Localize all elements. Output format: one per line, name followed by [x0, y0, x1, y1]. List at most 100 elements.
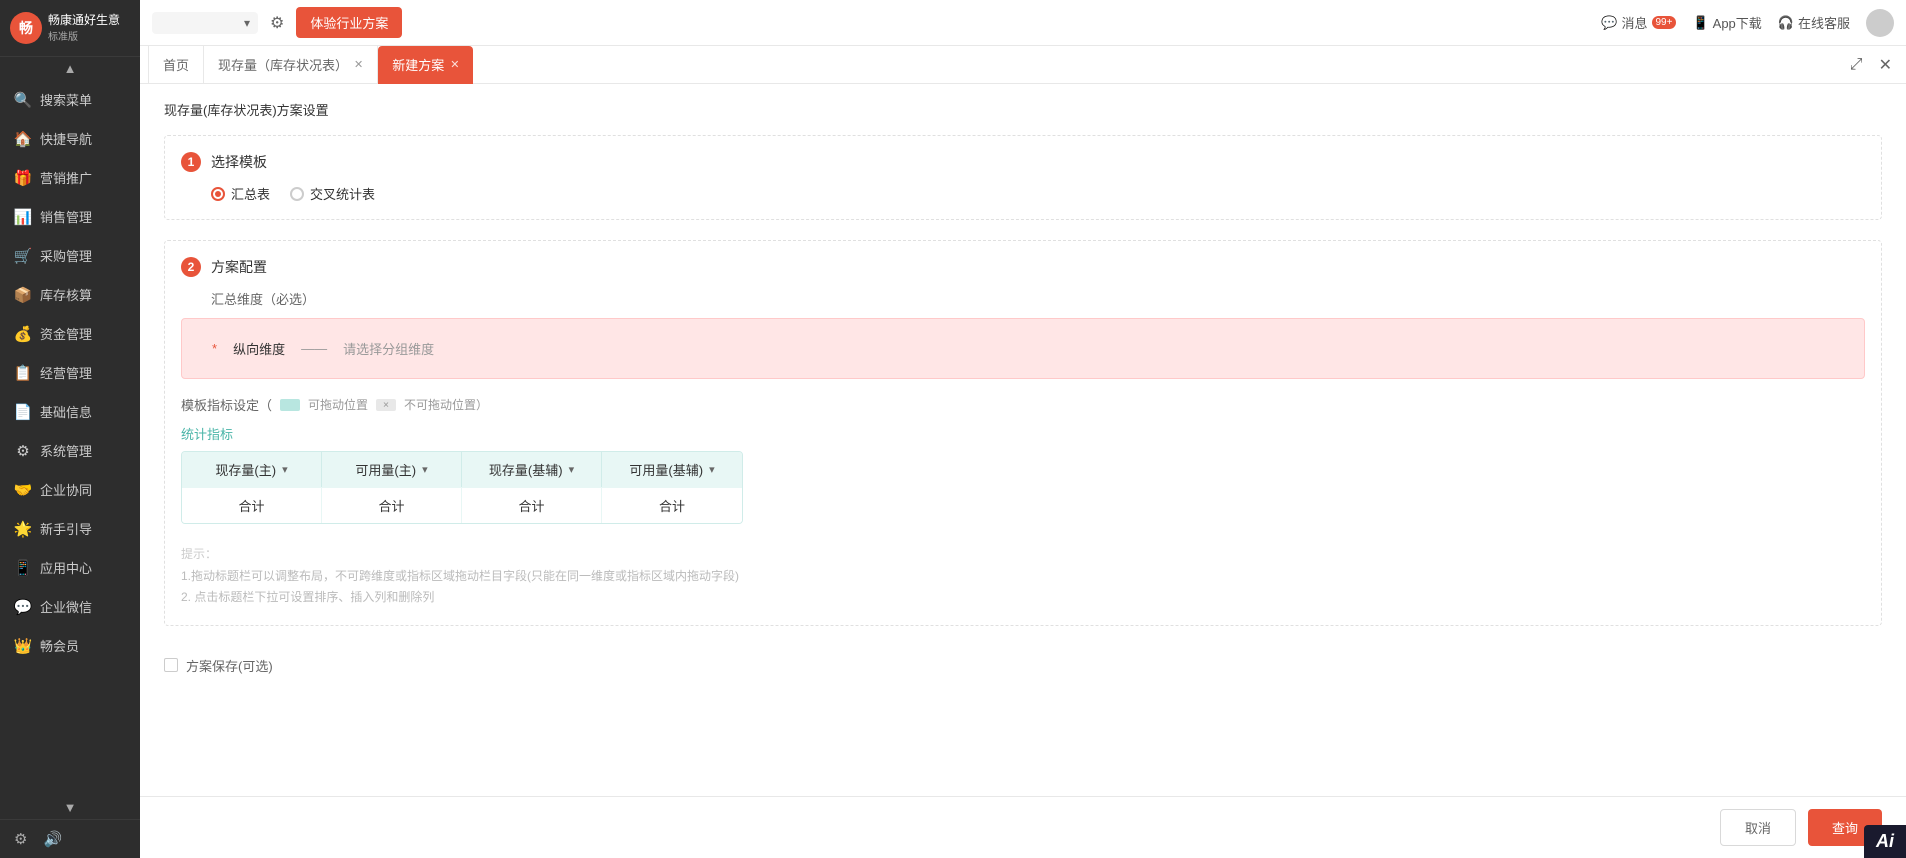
stats-col-3-header: 现存量(基辅) ▾ [462, 452, 602, 487]
sidebar-item-label: 采购管理 [40, 246, 92, 265]
sidebar-item-member[interactable]: 👑 畅会员 [0, 626, 140, 665]
topbar-search-input[interactable] [160, 16, 240, 30]
stats-col-2-dropdown[interactable]: ▾ [422, 463, 428, 476]
sidebar-item-inventory[interactable]: 📦 库存核算 [0, 275, 140, 314]
stats-col-4-header: 可用量(基辅) ▾ [602, 452, 742, 487]
tip-item-1: 1.拖动标题栏可以调整布局，不可跨维度或指标区域拖动栏目字段(只能在同一维度或指… [181, 566, 1865, 588]
stats-col-3-dropdown[interactable]: ▾ [569, 463, 575, 476]
section2-header: 2 方案配置 [181, 257, 1865, 277]
stats-col-1-data: 合计 [182, 488, 322, 523]
dimension-placeholder[interactable]: 请选择分组维度 [343, 339, 434, 358]
message-icon: 💬 [1601, 15, 1617, 31]
sidebar-item-system[interactable]: ⚙ 系统管理 [0, 431, 140, 470]
headset-icon: 🎧 [1778, 15, 1794, 31]
sidebar-item-business[interactable]: 📋 经营管理 [0, 353, 140, 392]
sidebar-scroll-down[interactable]: ▼ [0, 796, 140, 819]
sidebar-sound-icon[interactable]: 🔊 [43, 830, 62, 848]
stats-col-3-label: 现存量(基辅) [489, 460, 563, 479]
message-badge: 99+ [1652, 16, 1677, 29]
topbar-right: 💬 消息 99+ 📱 App下载 🎧 在线客服 [1601, 9, 1894, 37]
tab-new-plan[interactable]: 新建方案 ✕ [378, 46, 473, 84]
sidebar-item-marketing[interactable]: 🎁 营销推广 [0, 158, 140, 197]
radio-summary-btn[interactable] [211, 187, 225, 201]
gear-icon: ⚙ [14, 442, 32, 460]
section-plan-config: 2 方案配置 汇总维度（必选） * 纵向维度 —— 请选择分组维度 模板指标设定… [164, 240, 1882, 626]
stats-col-1-header: 现存量(主) ▾ [182, 452, 322, 487]
radio-cross[interactable]: 交叉统计表 [290, 184, 375, 203]
stats-col-1-dropdown[interactable]: ▾ [282, 463, 288, 476]
stats-col-4-dropdown[interactable]: ▾ [709, 463, 715, 476]
tab-new-plan-close[interactable]: ✕ [450, 58, 459, 71]
sidebar-item-label: 快捷导航 [40, 129, 92, 148]
stats-header-row: 现存量(主) ▾ 可用量(主) ▾ 现存量(基辅) ▾ [182, 452, 742, 487]
draggable-hint-text: 可拖动位置 [308, 396, 368, 413]
chat-icon: 💬 [14, 598, 32, 616]
tab-maximize-button[interactable]: ⤢ [1844, 52, 1869, 78]
sidebar-item-label: 营销推广 [40, 168, 92, 187]
stats-col-1-label: 现存量(主) [215, 460, 276, 479]
sidebar-item-label: 基础信息 [40, 402, 92, 421]
tips-title: 提示： [181, 547, 217, 561]
sidebar-item-quicknav[interactable]: 🏠 快捷导航 [0, 119, 140, 158]
cancel-button[interactable]: 取消 [1720, 809, 1796, 846]
save-option-label: 方案保存(可选) [186, 656, 273, 675]
tip-item-2: 2. 点击标题栏下拉可设置排序、插入列和删除列 [181, 587, 1865, 609]
section1-title: 选择模板 [211, 152, 267, 172]
tab-inventory-close[interactable]: ✕ [354, 58, 363, 71]
sidebar-settings-icon[interactable]: ⚙ [14, 830, 27, 848]
sidebar-item-sales[interactable]: 📊 销售管理 [0, 197, 140, 236]
sidebar-scroll-up[interactable]: ▲ [0, 57, 140, 80]
industry-plan-button[interactable]: 体验行业方案 [296, 7, 402, 38]
sidebar-item-label: 企业协同 [40, 480, 92, 499]
tab-inventory[interactable]: 现存量（库存状况表） ✕ [204, 46, 378, 84]
topbar-settings-button[interactable]: ⚙ [266, 9, 288, 37]
sidebar-item-basic[interactable]: 📄 基础信息 [0, 392, 140, 431]
topbar-dropdown-btn[interactable]: ▾ [244, 16, 250, 30]
stats-data-row: 合计 合计 合计 合计 [182, 487, 742, 523]
radio-summary[interactable]: 汇总表 [211, 184, 270, 203]
dimension-area[interactable]: * 纵向维度 —— 请选择分组维度 [181, 318, 1865, 379]
sidebar-item-label: 经营管理 [40, 363, 92, 382]
app-edition: 标准版 [48, 28, 120, 43]
radio-cross-label: 交叉统计表 [310, 184, 375, 203]
sidebar-search-label: 搜索菜单 [40, 90, 92, 109]
metrics-label-text: 模板指标设定（ [181, 395, 272, 414]
topbar-online-service[interactable]: 🎧 在线客服 [1778, 13, 1850, 32]
sidebar-item-purchase[interactable]: 🛒 采购管理 [0, 236, 140, 275]
section-choose-template: 1 选择模板 汇总表 交叉统计表 [164, 135, 1882, 220]
sidebar-item-label: 库存核算 [40, 285, 92, 304]
sidebar-item-wechat[interactable]: 💬 企业微信 [0, 587, 140, 626]
tab-close-all-button[interactable]: ✕ [1873, 51, 1898, 79]
topbar-search-area[interactable]: ▾ [152, 12, 258, 34]
section2-title: 方案配置 [211, 257, 267, 277]
stats-section: 统计指标 现存量(主) ▾ 可用量(主) ▾ [181, 424, 1865, 524]
sidebar-search[interactable]: 🔍 搜索菜单 [0, 80, 140, 119]
save-option: 方案保存(可选) [164, 646, 1882, 685]
topbar-app-download[interactable]: 📱 App下载 [1692, 13, 1761, 32]
app-name: 畅康通好生意 [48, 13, 120, 29]
online-service-label: 在线客服 [1798, 13, 1850, 32]
sidebar-item-apps[interactable]: 📱 应用中心 [0, 548, 140, 587]
sidebar-item-label: 资金管理 [40, 324, 92, 343]
sidebar-item-label: 应用中心 [40, 558, 92, 577]
stats-label: 统计指标 [181, 424, 1865, 443]
topbar-user[interactable] [1866, 9, 1894, 37]
sidebar-item-label: 销售管理 [40, 207, 92, 226]
cart-icon: 🛒 [14, 247, 32, 265]
save-checkbox[interactable] [164, 658, 178, 672]
vertical-dimension-label: 纵向维度 [233, 339, 285, 358]
sidebar-item-finance[interactable]: 💰 资金管理 [0, 314, 140, 353]
sidebar-item-enterprise[interactable]: 🤝 企业协同 [0, 470, 140, 509]
template-options: 汇总表 交叉统计表 [181, 184, 1865, 203]
app-icon: 📱 [1692, 15, 1708, 31]
radio-cross-btn[interactable] [290, 187, 304, 201]
tab-home[interactable]: 首页 [148, 46, 204, 84]
no-drag-hint-text: 不可拖动位置） [404, 396, 488, 413]
no-drag-indicator [376, 399, 396, 411]
tabs-bar: 首页 现存量（库存状况表） ✕ 新建方案 ✕ ⤢ ✕ [140, 46, 1906, 84]
stats-table: 现存量(主) ▾ 可用量(主) ▾ 现存量(基辅) ▾ [181, 451, 743, 524]
sidebar-item-newbie[interactable]: 🌟 新手引导 [0, 509, 140, 548]
ai-badge: Ai [1864, 825, 1906, 858]
topbar-message[interactable]: 💬 消息 99+ [1601, 13, 1676, 32]
required-marker: * [212, 341, 217, 356]
